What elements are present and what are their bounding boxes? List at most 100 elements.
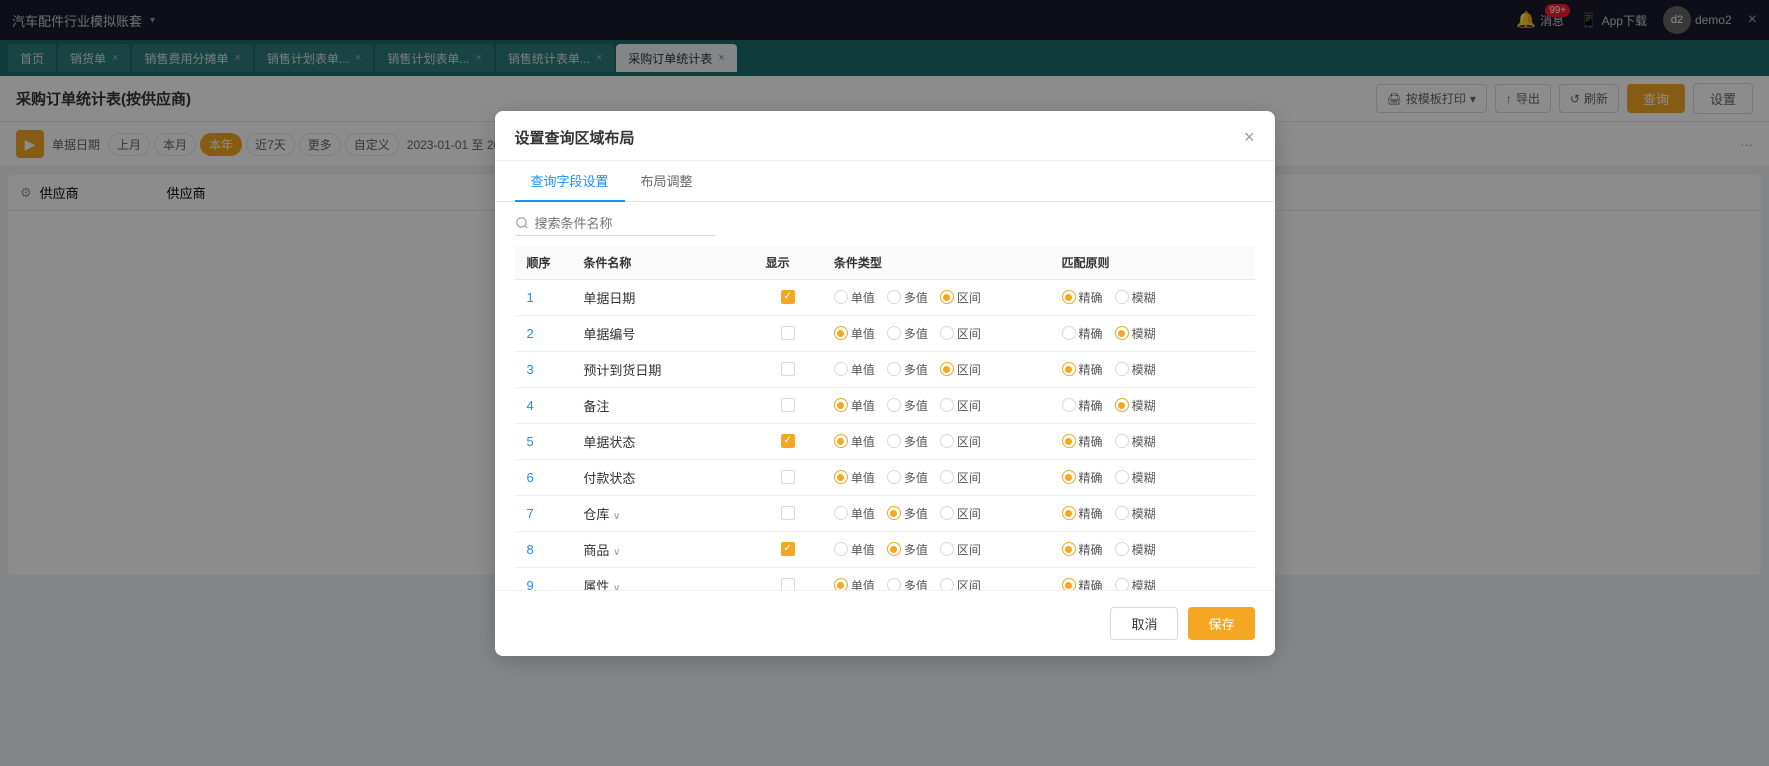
row-show: [754, 459, 822, 495]
show-checkbox[interactable]: [781, 578, 795, 590]
save-button[interactable]: 保存: [1188, 607, 1254, 640]
radio-单值[interactable]: 单值: [834, 325, 875, 342]
radio-多值[interactable]: 多值: [887, 397, 928, 414]
radio-circle: [940, 398, 954, 412]
table-row: 4 备注 单值 多值 区间 精确: [515, 387, 1255, 423]
radio-精确[interactable]: 精确: [1062, 289, 1103, 306]
table-row: 5 单据状态 单值 多值 区间 精确: [515, 423, 1255, 459]
cancel-button[interactable]: 取消: [1110, 607, 1178, 640]
radio-circle: [1115, 470, 1129, 484]
radio-circle: [940, 470, 954, 484]
radio-circle: [834, 542, 848, 556]
type-radio-group: 单值 多值 区间: [834, 361, 1038, 378]
radio-多值[interactable]: 多值: [887, 361, 928, 378]
match-radio-group: 精确 模糊: [1062, 469, 1243, 486]
radio-单值[interactable]: 单值: [834, 469, 875, 486]
radio-circle: [940, 326, 954, 340]
radio-模糊[interactable]: 模糊: [1115, 577, 1156, 590]
radio-精确[interactable]: 精确: [1062, 397, 1103, 414]
row-name: 仓库 ∨: [571, 495, 753, 531]
radio-多值[interactable]: 多值: [887, 469, 928, 486]
radio-区间[interactable]: 区间: [940, 289, 981, 306]
radio-label: 区间: [957, 541, 981, 558]
type-radio-group: 单值 多值 区间: [834, 289, 1038, 306]
radio-label: 模糊: [1132, 289, 1156, 306]
row-type: 单值 多值 区间: [822, 315, 1050, 351]
radio-模糊[interactable]: 模糊: [1115, 469, 1156, 486]
radio-区间[interactable]: 区间: [940, 469, 981, 486]
radio-单值[interactable]: 单值: [834, 577, 875, 590]
radio-多值[interactable]: 多值: [887, 505, 928, 522]
show-checkbox[interactable]: [781, 470, 795, 484]
radio-多值[interactable]: 多值: [887, 577, 928, 590]
show-checkbox[interactable]: [781, 506, 795, 520]
radio-精确[interactable]: 精确: [1062, 325, 1103, 342]
radio-label: 多值: [904, 361, 928, 378]
radio-区间[interactable]: 区间: [940, 361, 981, 378]
row-match: 精确 模糊: [1050, 387, 1255, 423]
radio-label: 模糊: [1132, 577, 1156, 590]
radio-circle: [887, 398, 901, 412]
row-name: 属性 ∨: [571, 567, 753, 590]
type-radio-group: 单值 多值 区间: [834, 577, 1038, 590]
radio-精确[interactable]: 精确: [1062, 361, 1103, 378]
radio-label: 单值: [851, 397, 875, 414]
radio-区间[interactable]: 区间: [940, 433, 981, 450]
radio-模糊[interactable]: 模糊: [1115, 397, 1156, 414]
row-type: 单值 多值 区间: [822, 531, 1050, 567]
radio-模糊[interactable]: 模糊: [1115, 505, 1156, 522]
radio-精确[interactable]: 精确: [1062, 577, 1103, 590]
radio-模糊[interactable]: 模糊: [1115, 289, 1156, 306]
show-checkbox[interactable]: [781, 434, 795, 448]
radio-精确[interactable]: 精确: [1062, 541, 1103, 558]
row-show: [754, 280, 822, 316]
radio-circle: [1115, 326, 1129, 340]
show-checkbox[interactable]: [781, 326, 795, 340]
show-checkbox[interactable]: [781, 542, 795, 556]
radio-单值[interactable]: 单值: [834, 505, 875, 522]
radio-精确[interactable]: 精确: [1062, 433, 1103, 450]
radio-单值[interactable]: 单值: [834, 541, 875, 558]
radio-精确[interactable]: 精确: [1062, 469, 1103, 486]
radio-label: 单值: [851, 433, 875, 450]
radio-多值[interactable]: 多值: [887, 289, 928, 306]
radio-多值[interactable]: 多值: [887, 325, 928, 342]
radio-模糊[interactable]: 模糊: [1115, 433, 1156, 450]
radio-区间[interactable]: 区间: [940, 325, 981, 342]
radio-circle: [1115, 578, 1129, 590]
radio-区间[interactable]: 区间: [940, 505, 981, 522]
radio-区间[interactable]: 区间: [940, 397, 981, 414]
col-header-order: 顺序: [515, 246, 572, 280]
dialog-close-button[interactable]: ×: [1244, 128, 1255, 146]
row-type: 单值 多值 区间: [822, 351, 1050, 387]
radio-单值[interactable]: 单值: [834, 433, 875, 450]
radio-精确[interactable]: 精确: [1062, 505, 1103, 522]
radio-多值[interactable]: 多值: [887, 541, 928, 558]
radio-区间[interactable]: 区间: [940, 541, 981, 558]
radio-label: 模糊: [1132, 541, 1156, 558]
tab-layout-adjust[interactable]: 布局调整: [625, 161, 709, 202]
table-row: 2 单据编号 单值 多值 区间 精确: [515, 315, 1255, 351]
radio-circle: [1062, 434, 1076, 448]
radio-circle: [1062, 542, 1076, 556]
show-checkbox[interactable]: [781, 362, 795, 376]
radio-模糊[interactable]: 模糊: [1115, 541, 1156, 558]
dialog-header: 设置查询区域布局 ×: [495, 111, 1275, 161]
radio-label: 单值: [851, 361, 875, 378]
radio-单值[interactable]: 单值: [834, 397, 875, 414]
radio-模糊[interactable]: 模糊: [1115, 361, 1156, 378]
radio-单值[interactable]: 单值: [834, 361, 875, 378]
show-checkbox[interactable]: [781, 398, 795, 412]
radio-区间[interactable]: 区间: [940, 577, 981, 590]
radio-单值[interactable]: 单值: [834, 289, 875, 306]
search-input[interactable]: [535, 216, 695, 231]
radio-label: 多值: [904, 397, 928, 414]
tab-query-fields[interactable]: 查询字段设置: [515, 161, 625, 202]
radio-多值[interactable]: 多值: [887, 433, 928, 450]
radio-circle: [1115, 434, 1129, 448]
match-radio-group: 精确 模糊: [1062, 541, 1243, 558]
radio-label: 单值: [851, 289, 875, 306]
show-checkbox[interactable]: [781, 290, 795, 304]
col-header-match: 匹配原则: [1050, 246, 1255, 280]
radio-模糊[interactable]: 模糊: [1115, 325, 1156, 342]
